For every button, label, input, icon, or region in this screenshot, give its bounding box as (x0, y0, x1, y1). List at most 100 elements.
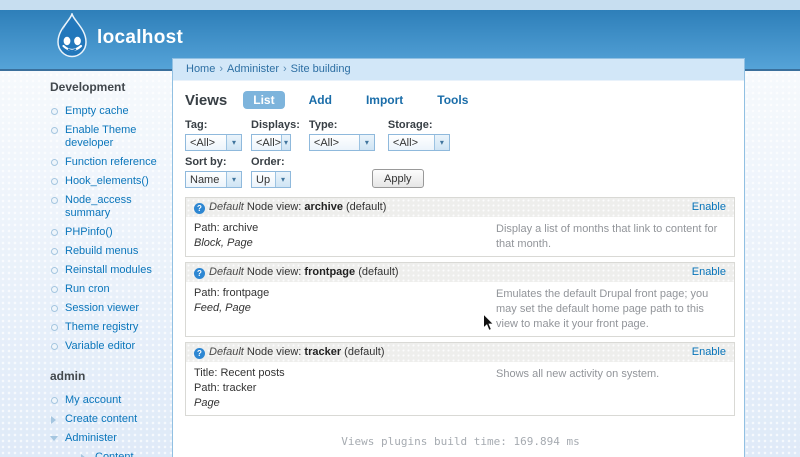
tab-import[interactable]: Import (356, 91, 413, 109)
sidebar-item-rebuild-menus[interactable]: Rebuild menus (50, 245, 172, 258)
order-select-value: Up (256, 173, 271, 186)
sidebar-link[interactable]: My account (65, 394, 121, 406)
sidebar-link[interactable]: Variable editor (65, 340, 135, 352)
sidebar-link[interactable]: Reinstall modules (65, 264, 152, 276)
sidebar-link[interactable]: Rebuild menus (65, 245, 138, 257)
sidebar-link[interactable]: Theme registry (65, 321, 138, 333)
tab-add[interactable]: Add (299, 91, 342, 109)
page-title: Views (185, 91, 228, 109)
circle-bullet-icon (51, 267, 58, 274)
tab-list[interactable]: List (243, 91, 285, 109)
drupal-logo-icon[interactable] (53, 11, 91, 64)
sidebar-item-administer[interactable]: Administer (50, 432, 172, 445)
sort-by-select-value: Name (190, 173, 220, 186)
sidebar-link[interactable]: Enable Theme developer (65, 124, 136, 149)
site-name[interactable]: localhost (97, 27, 183, 49)
sidebar-item-empty-cache[interactable]: Empty cache (50, 105, 172, 118)
sidebar-item-enable-theme-developer[interactable]: Enable Theme developer (50, 124, 172, 150)
help-icon[interactable]: ? (194, 203, 205, 214)
view-path: Path: archive (194, 222, 259, 234)
sidebar-item-my-account[interactable]: My account (50, 394, 172, 407)
sidebar-link[interactable]: Hook_elements() (65, 175, 149, 187)
sidebar-section-development: Development (50, 80, 126, 94)
main-panel: Home › Administer › Site building Views List… (172, 58, 745, 457)
sort-by-select[interactable]: Name ▾ (185, 171, 242, 188)
sidebar-link[interactable]: Session viewer (65, 302, 139, 314)
circle-bullet-icon (51, 286, 58, 293)
sidebar-item-content-management[interactable]: Content management (80, 451, 172, 457)
type-select[interactable]: <All> ▾ (308, 134, 375, 151)
view-description: Emulates the default Drupal front page; … (496, 288, 709, 330)
view-suffix: (default) (344, 346, 385, 358)
circle-bullet-icon (51, 108, 58, 115)
sidebar-item-reinstall-modules[interactable]: Reinstall modules (50, 264, 172, 277)
view-path: Path: tracker (194, 382, 257, 394)
circle-bullet-icon (51, 248, 58, 255)
sidebar-item-session-viewer[interactable]: Session viewer (50, 302, 172, 315)
breadcrumb-home[interactable]: Home (186, 63, 215, 75)
sidebar-link[interactable]: Administer (65, 432, 117, 444)
displays-label: Displays: (251, 119, 300, 131)
sidebar-item-hook-elements[interactable]: Hook_elements() (50, 175, 172, 188)
storage-label: Storage: (387, 119, 433, 131)
breadcrumb-administer[interactable]: Administer (227, 63, 279, 75)
circle-bullet-icon (51, 178, 58, 185)
circle-bullet-icon (51, 324, 58, 331)
storage-select[interactable]: <All> ▾ (387, 134, 450, 151)
filter-storage: Storage: <All> ▾ (387, 119, 450, 151)
sidebar-link[interactable]: Create content (65, 413, 137, 425)
circle-bullet-icon (51, 305, 58, 312)
sidebar-link[interactable]: Content management (95, 451, 159, 457)
filter-displays: Displays: <All> ▾ (251, 119, 300, 151)
view-suffix: (default) (346, 201, 387, 213)
tab-tools[interactable]: Tools (427, 91, 478, 109)
views-data-build-time: Views data build time: 1.583 ms (185, 453, 736, 457)
view-row-frontpage: ? Default Node view: frontpage (default) … (185, 262, 735, 337)
title-row: Views List Add Import Tools (185, 90, 736, 110)
sidebar-link[interactable]: Node_access summary (65, 194, 132, 219)
sidebar-item-function-reference[interactable]: Function reference (50, 156, 172, 169)
chevron-down-icon: ▾ (226, 135, 241, 150)
page: localhost Development Empty cache Enable… (0, 0, 800, 457)
view-description: Shows all new activity on system. (496, 368, 660, 380)
enable-link[interactable]: Enable (692, 201, 726, 213)
sidebar-item-variable-editor[interactable]: Variable editor (50, 340, 172, 353)
filter-tag: Tag: <All> ▾ (185, 119, 242, 151)
circle-bullet-icon (51, 397, 58, 404)
view-details: Path: frontpage Feed, Page (194, 286, 496, 332)
order-select[interactable]: Up ▾ (251, 171, 291, 188)
circle-bullet-icon (51, 127, 58, 134)
sidebar-item-phpinfo[interactable]: PHPinfo() (50, 226, 172, 239)
view-row-body: Path: frontpage Feed, Page Emulates the … (186, 282, 734, 336)
sidebar-item-run-cron[interactable]: Run cron (50, 283, 172, 296)
sidebar-item-theme-registry[interactable]: Theme registry (50, 321, 172, 334)
sidebar-link[interactable]: Function reference (65, 156, 157, 168)
circle-bullet-icon (51, 229, 58, 236)
sidebar-link[interactable]: Empty cache (65, 105, 129, 117)
view-description: Display a list of months that link to co… (496, 223, 718, 250)
chevron-down-icon: ▾ (433, 135, 449, 150)
view-displays: Page (194, 397, 220, 409)
enable-link[interactable]: Enable (692, 266, 726, 278)
displays-select[interactable]: <All> ▾ (251, 134, 291, 151)
enable-link[interactable]: Enable (692, 346, 726, 358)
breadcrumb: Home › Administer › Site building (173, 59, 744, 81)
help-icon[interactable]: ? (194, 268, 205, 279)
filter-order: Order: Up ▾ (251, 156, 291, 188)
view-row-header: ? Default Node view: tracker (default) En… (186, 343, 734, 362)
sidebar-item-node-access-summary[interactable]: Node_access summary (50, 194, 172, 220)
help-icon[interactable]: ? (194, 348, 205, 359)
tag-select[interactable]: <All> ▾ (185, 134, 242, 151)
top-strip (0, 0, 800, 10)
chevron-down-icon: ▾ (281, 135, 290, 150)
order-label: Order: (251, 156, 285, 168)
development-menu: Empty cache Enable Theme developer Funct… (50, 105, 172, 353)
sidebar-item-create-content[interactable]: Create content (50, 413, 172, 426)
view-row-tracker: ? Default Node view: tracker (default) En… (185, 342, 735, 416)
sidebar-link[interactable]: Run cron (65, 283, 110, 295)
view-name: archive (304, 201, 343, 213)
breadcrumb-site-building[interactable]: Site building (291, 63, 351, 75)
apply-button[interactable]: Apply (372, 169, 424, 188)
view-row-body: Path: archive Block, Page Display a list… (186, 217, 734, 256)
sidebar-link[interactable]: PHPinfo() (65, 226, 113, 238)
